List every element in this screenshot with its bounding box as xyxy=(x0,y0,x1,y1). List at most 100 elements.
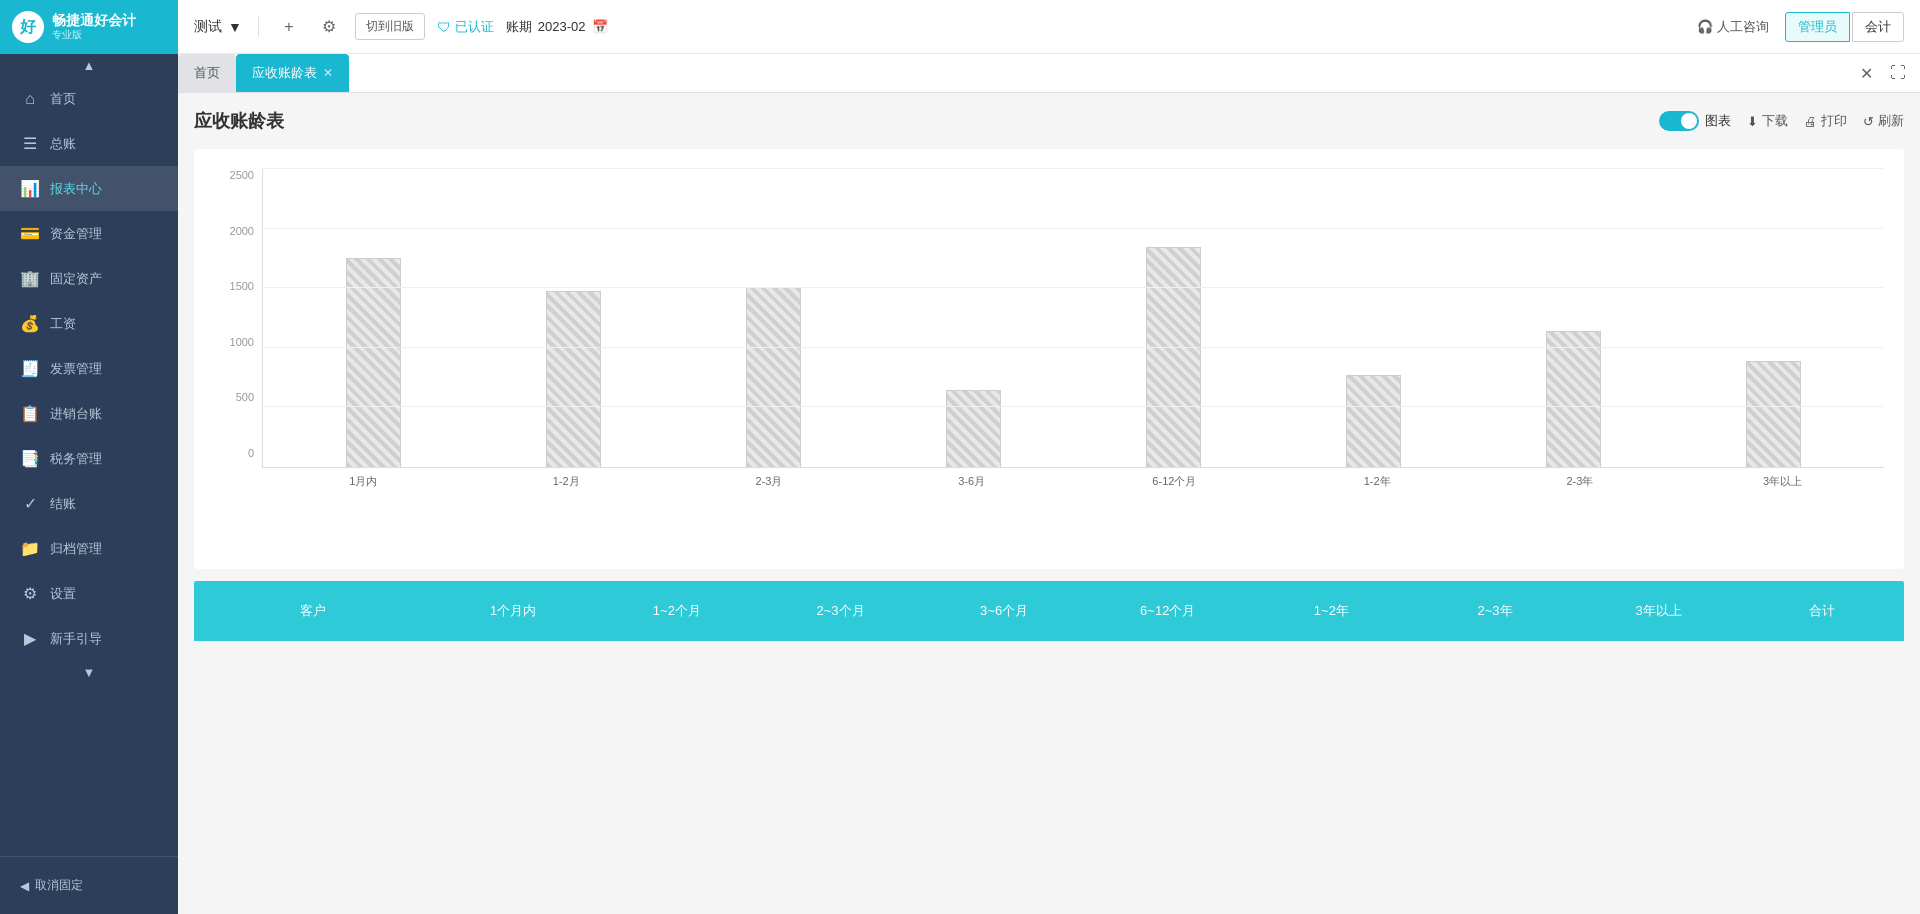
table-header-col-3: 2~3个月 xyxy=(759,581,923,641)
sidebar-icon-settings: ⚙ xyxy=(20,584,40,603)
y-axis-label: 500 xyxy=(214,391,254,403)
chart-area: 05001000150020002500 1月内1-2月2-3月3-6月6-12… xyxy=(214,169,1884,489)
print-button[interactable]: 🖨 打印 xyxy=(1804,112,1847,130)
sidebar-nav: ▲ ⌂ 首页☰ 总账📊 报表中心💳 资金管理🏢 固定资产💰 工资🧾 发票管理📋 xyxy=(0,54,178,856)
sidebar-label-payroll: 工资 xyxy=(50,315,76,333)
chart-toggle[interactable] xyxy=(1659,111,1699,131)
chart-bar-3年以上 xyxy=(1746,361,1801,467)
y-axis: 05001000150020002500 xyxy=(214,169,254,489)
chart-body: 1月内1-2月2-3月3-6月6-12个月1-2年2-3年3年以上 xyxy=(262,169,1884,489)
report-header: 应收账龄表 图表 ⬇ 下载 🖨 打印 ↺ xyxy=(194,109,1904,133)
chart-wrapper: 05001000150020002500 1月内1-2月2-3月3-6月6-12… xyxy=(194,149,1904,569)
x-axis-label: 2-3年 xyxy=(1552,474,1607,489)
bar-group xyxy=(1146,247,1201,467)
y-axis-label: 1000 xyxy=(214,336,254,348)
y-axis-label: 0 xyxy=(214,447,254,459)
grid-line xyxy=(263,406,1884,407)
shield-icon: 🛡 xyxy=(437,19,451,35)
bar-group xyxy=(746,287,801,467)
sidebar-icon-guide: ▶ xyxy=(20,629,40,648)
bar-group xyxy=(346,258,401,467)
sidebar-icon-tax: 📑 xyxy=(20,449,40,468)
sidebar-item-settlement[interactable]: ✓ 结账 xyxy=(0,481,178,526)
table-header-col-1: 1个月内 xyxy=(431,581,595,641)
y-axis-label: 2000 xyxy=(214,225,254,237)
scroll-up-indicator: ▲ xyxy=(0,54,178,77)
sidebar-item-settings[interactable]: ⚙ 设置 xyxy=(0,571,178,616)
sidebar-item-assets[interactable]: 🏢 固定资产 xyxy=(0,256,178,301)
bar-group xyxy=(546,291,601,467)
sidebar-item-archive[interactable]: 📁 归档管理 xyxy=(0,526,178,571)
tabs-row: 首页 应收账龄表 ✕ ✕ ⛶ xyxy=(178,54,1920,93)
project-name: 测试 xyxy=(194,18,222,36)
tabs-list: 首页 应收账龄表 ✕ xyxy=(178,54,1844,92)
sidebar-item-guide[interactable]: ▶ 新手引导 xyxy=(0,616,178,661)
sidebar-item-ledger[interactable]: ☰ 总账 xyxy=(0,121,178,166)
sidebar-item-home[interactable]: ⌂ 首页 xyxy=(0,77,178,121)
refresh-icon: ↺ xyxy=(1863,114,1874,129)
tab-label-aging: 应收账龄表 xyxy=(252,64,317,82)
grid-line xyxy=(263,228,1884,229)
table-header-col-0: 客户 xyxy=(194,581,431,641)
switch-old-version-button[interactable]: 切到旧版 xyxy=(355,13,425,40)
nav-divider-1 xyxy=(258,17,259,37)
sidebar-icon-payroll: 💰 xyxy=(20,314,40,333)
main-area: 测试 ▼ + ⚙ 切到旧版 🛡 已认证 账期 2023-02 📅 🎧 人工咨询 … xyxy=(178,0,1920,914)
tab-close-aging[interactable]: ✕ xyxy=(323,66,333,80)
chevron-down-icon: ▼ xyxy=(228,19,242,35)
chart-bar-3-6月 xyxy=(946,390,1001,467)
sidebar-icon-settlement: ✓ xyxy=(20,494,40,513)
admin-button[interactable]: 管理员 xyxy=(1785,12,1850,42)
table-header-col-6: 1~2年 xyxy=(1250,581,1414,641)
tab-label-home: 首页 xyxy=(194,64,220,82)
calendar-icon[interactable]: 📅 xyxy=(592,19,608,34)
support-button[interactable]: 🎧 人工咨询 xyxy=(1697,18,1769,36)
bar-group xyxy=(1346,375,1401,467)
close-tab-button[interactable]: ✕ xyxy=(1852,59,1880,87)
page-content: 应收账龄表 图表 ⬇ 下载 🖨 打印 ↺ xyxy=(178,93,1920,914)
expand-button[interactable]: ⛶ xyxy=(1884,59,1912,87)
report-title: 应收账龄表 xyxy=(194,109,1659,133)
sidebar-item-tax[interactable]: 📑 税务管理 xyxy=(0,436,178,481)
settings-button[interactable]: ⚙ xyxy=(315,13,343,41)
sidebar-label-guide: 新手引导 xyxy=(50,630,102,648)
sidebar-icon-funds: 💳 xyxy=(20,224,40,243)
sidebar-item-funds[interactable]: 💳 资金管理 xyxy=(0,211,178,256)
tabs-right-controls: ✕ ⛶ xyxy=(1844,54,1920,92)
x-axis-label: 2-3月 xyxy=(741,474,796,489)
sidebar-label-tax: 税务管理 xyxy=(50,450,102,468)
tab-aging[interactable]: 应收账龄表 ✕ xyxy=(236,54,349,92)
tab-home[interactable]: 首页 xyxy=(178,54,236,92)
bar-group xyxy=(946,390,1001,467)
sidebar-label-invoice: 发票管理 xyxy=(50,360,102,378)
table-header-col-4: 3~6个月 xyxy=(922,581,1086,641)
table-header-col-8: 3年以上 xyxy=(1577,581,1741,641)
project-selector[interactable]: 测试 ▼ xyxy=(194,18,242,36)
accountant-button[interactable]: 会计 xyxy=(1852,12,1904,42)
table-header: 客户1个月内1~2个月2~3个月3~6个月6~12个月1~2年2~3年3年以上合… xyxy=(194,581,1904,641)
report-container: 应收账龄表 图表 ⬇ 下载 🖨 打印 ↺ xyxy=(178,93,1920,914)
x-axis-labels: 1月内1-2月2-3月3-6月6-12个月1-2年2-3年3年以上 xyxy=(262,468,1884,489)
sidebar-item-sales[interactable]: 📋 进销台账 xyxy=(0,391,178,436)
table-header-col-5: 6~12个月 xyxy=(1086,581,1250,641)
sidebar-icon-invoice: 🧾 xyxy=(20,359,40,378)
bar-group xyxy=(1546,331,1601,467)
sidebar-label-sales: 进销台账 xyxy=(50,405,102,423)
refresh-button[interactable]: ↺ 刷新 xyxy=(1863,112,1904,130)
table-header-col-7: 2~3年 xyxy=(1413,581,1577,641)
add-project-button[interactable]: + xyxy=(275,13,303,41)
chart-toggle-label: 图表 xyxy=(1705,112,1731,130)
sidebar-bottom: ◀ 取消固定 xyxy=(0,856,178,914)
download-button[interactable]: ⬇ 下载 xyxy=(1747,112,1788,130)
unfix-sidebar-button[interactable]: ◀ 取消固定 xyxy=(0,867,178,904)
chart-grid xyxy=(262,169,1884,468)
sidebar-item-payroll[interactable]: 💰 工资 xyxy=(0,301,178,346)
sidebar-label-ledger: 总账 xyxy=(50,135,76,153)
sidebar-label-settings: 设置 xyxy=(50,585,76,603)
chart-bar-1-2年 xyxy=(1346,375,1401,467)
x-axis-label: 1-2年 xyxy=(1350,474,1405,489)
y-axis-label: 2500 xyxy=(214,169,254,181)
accounting-period: 账期 2023-02 📅 xyxy=(506,18,608,36)
sidebar-item-reports[interactable]: 📊 报表中心 xyxy=(0,166,178,211)
sidebar-item-invoice[interactable]: 🧾 发票管理 xyxy=(0,346,178,391)
